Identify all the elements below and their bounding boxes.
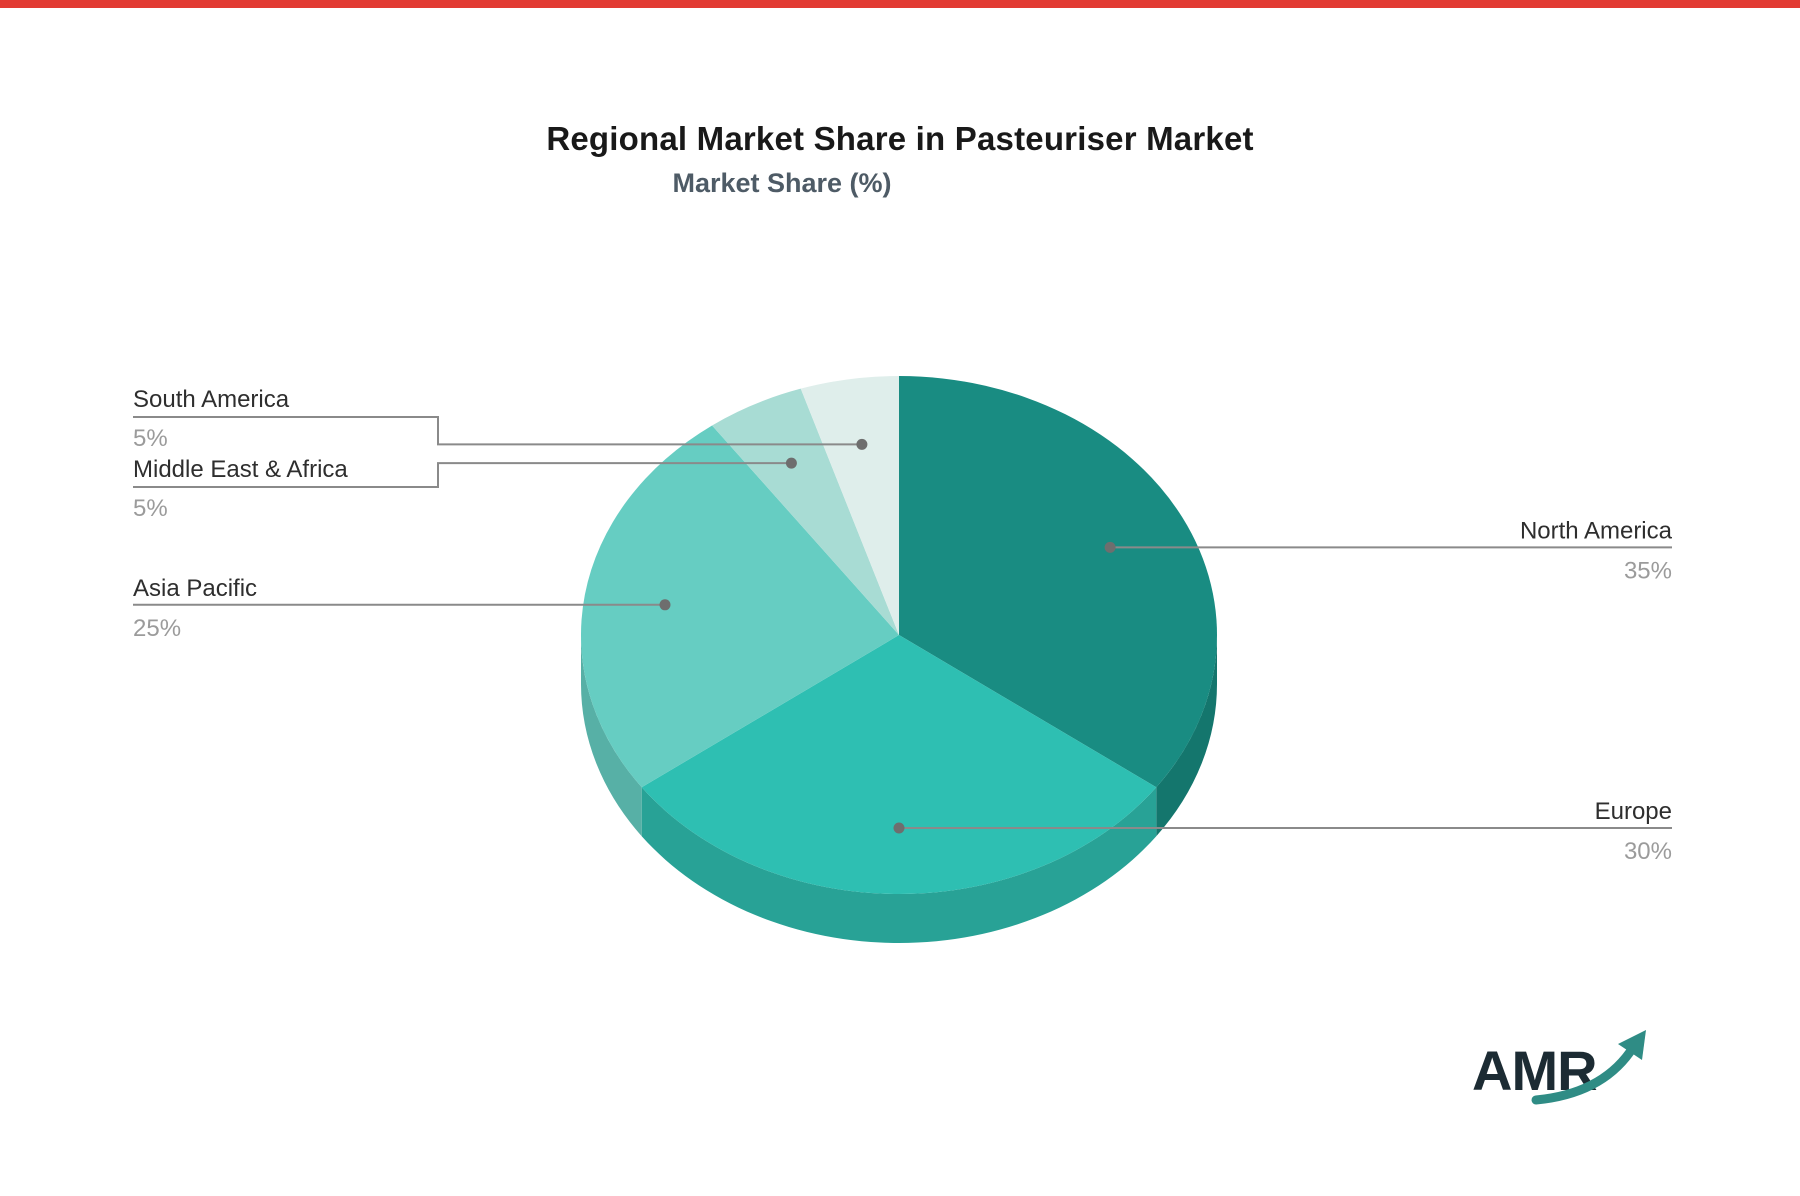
slice-value-north-america: 35% [1624,557,1672,584]
leader-dot-south-america [856,438,868,450]
leader-dot-asia-pacific [659,599,671,611]
pie-chart: North America 35% Europe 30% Asia Pacific 25%… [133,376,1673,944]
amr-logo: AMR [1472,1030,1672,1124]
slice-value-middle-east-africa: 5% [133,495,168,522]
slice-value-asia-pacific: 25% [133,615,181,642]
chart-page: Regional Market Share in Pasteuriser Mar… [0,0,1800,1196]
leader-dot-middle-east-africa [785,457,797,469]
slice-value-europe: 30% [1624,838,1672,865]
slice-label-europe: Europe [1595,798,1672,825]
slice-label-north-america: North America [1520,517,1673,544]
logo-arrow-swoosh [1531,1047,1635,1105]
slice-label-asia-pacific: Asia Pacific [133,575,257,602]
slice-label-south-america: South America [133,386,290,413]
leader-dot-europe [893,822,905,834]
leader-dot-north-america [1104,541,1116,553]
logo-arrow-icon [1531,1030,1646,1105]
slice-value-south-america: 5% [133,425,168,452]
slice-label-middle-east-africa: Middle East & Africa [133,456,348,483]
